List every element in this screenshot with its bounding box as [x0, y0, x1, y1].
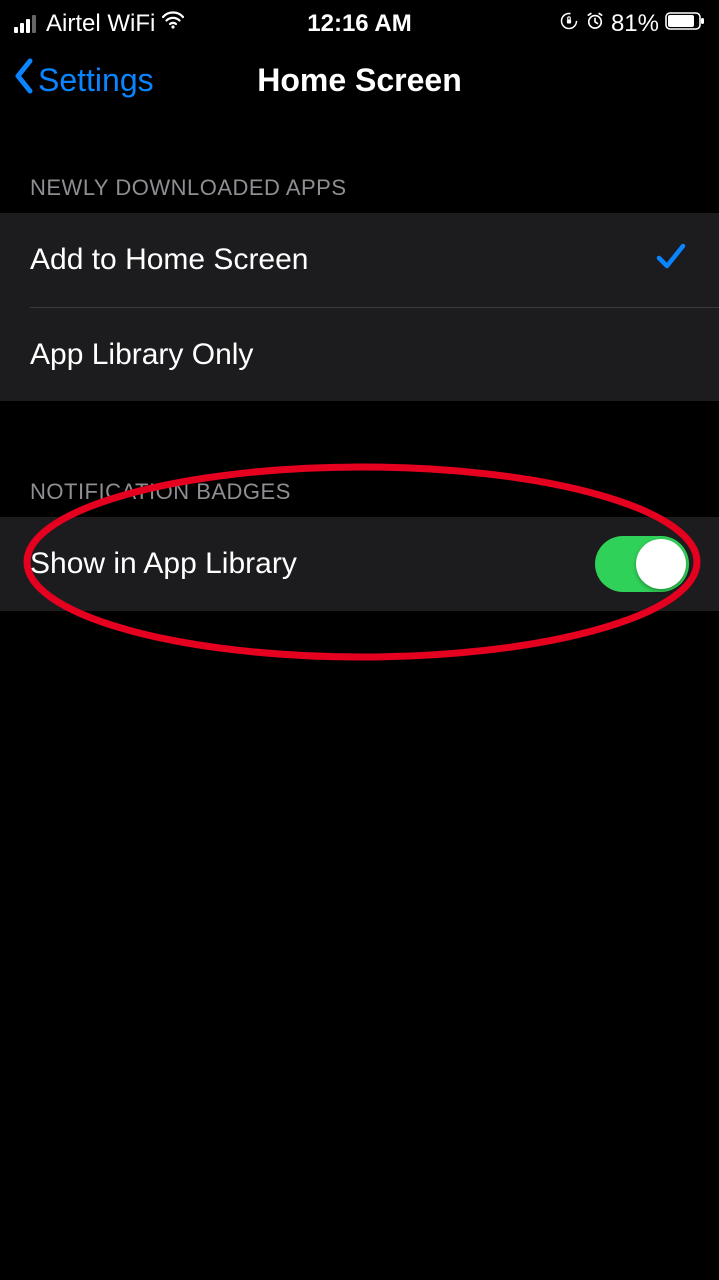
- section-header-notification-badges: NOTIFICATION BADGES: [0, 401, 719, 517]
- battery-percentage: 81%: [611, 10, 659, 38]
- newly-downloaded-group: Add to Home Screen App Library Only: [0, 213, 719, 401]
- option-label: Add to Home Screen: [30, 243, 308, 277]
- option-app-library-only[interactable]: App Library Only: [30, 307, 719, 401]
- status-right: 81%: [559, 10, 705, 38]
- nav-bar: Settings Home Screen: [0, 45, 719, 115]
- cellular-signal-icon: [14, 15, 36, 33]
- status-left: Airtel WiFi: [14, 8, 185, 39]
- battery-icon: [665, 10, 705, 38]
- orientation-lock-icon: [559, 10, 579, 38]
- toggle-knob: [636, 539, 686, 589]
- wifi-icon: [161, 8, 185, 39]
- section-header-newly-downloaded: NEWLY DOWNLOADED APPS: [0, 115, 719, 213]
- notification-badges-group: Show in App Library: [0, 517, 719, 611]
- show-in-app-library-toggle[interactable]: [595, 536, 689, 592]
- status-bar: Airtel WiFi 12:16 AM 81%: [0, 0, 719, 45]
- option-label: App Library Only: [30, 338, 253, 372]
- chevron-left-icon: [10, 57, 36, 103]
- status-time: 12:16 AM: [307, 10, 411, 38]
- option-add-to-home-screen[interactable]: Add to Home Screen: [0, 213, 719, 307]
- checkmark-icon: [653, 238, 689, 282]
- show-in-app-library-row: Show in App Library: [0, 517, 719, 611]
- alarm-icon: [585, 10, 605, 38]
- back-button[interactable]: Settings: [10, 57, 154, 103]
- toggle-label: Show in App Library: [30, 547, 297, 581]
- page-title: Home Screen: [257, 62, 462, 99]
- carrier-label: Airtel WiFi: [46, 10, 155, 38]
- back-label: Settings: [38, 62, 154, 99]
